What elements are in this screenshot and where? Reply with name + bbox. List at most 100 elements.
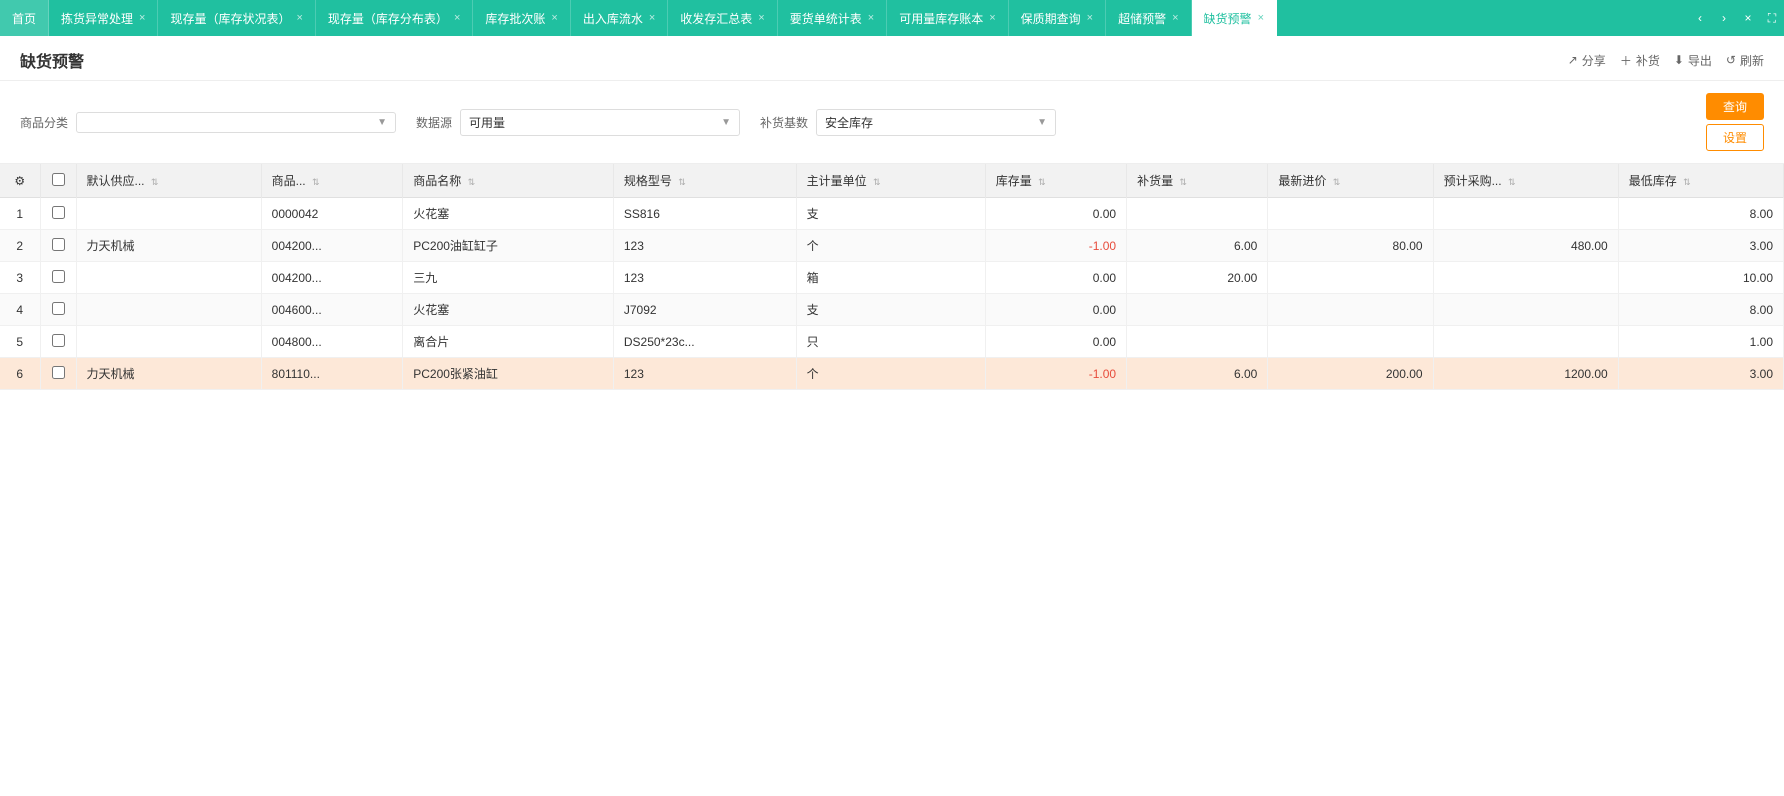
th-latest-price[interactable]: 最新进价 ⇅ [1268, 164, 1433, 198]
tab-in-out-flow[interactable]: 出入库流水 × [571, 0, 668, 36]
row-checkbox[interactable] [52, 302, 65, 315]
tab-requisition-stat-close[interactable]: × [868, 12, 874, 24]
tab-expiry-query[interactable]: 保质期查询 × [1009, 0, 1106, 36]
replenish-label: 补货 [1636, 52, 1660, 69]
replenish-base-value: 安全库存 [825, 114, 873, 131]
th-replenish-qty[interactable]: 补货量 ⇅ [1127, 164, 1268, 198]
table-container: ⚙ 默认供应... ⇅ 商品... ⇅ 商品名称 ⇅ [0, 164, 1784, 796]
th-spec[interactable]: 规格型号 ⇅ [613, 164, 796, 198]
row-unit: 个 [796, 358, 985, 390]
data-source-label: 数据源 [416, 114, 452, 131]
th-product-name[interactable]: 商品名称 ⇅ [403, 164, 614, 198]
stock-sort-icon: ⇅ [1038, 177, 1046, 188]
table-row: 2 力天机械 004200... PC200油缸缸子 123 个 -1.00 6… [0, 230, 1784, 262]
tab-in-out-flow-close[interactable]: × [649, 12, 655, 24]
page-title: 缺货预警 [20, 48, 84, 72]
row-spec: J7092 [613, 294, 796, 326]
tab-shortage-warning[interactable]: 缺货预警 × [1192, 0, 1277, 36]
tab-overstock-warning[interactable]: 超储预警 × [1106, 0, 1191, 36]
min-stock-sort-icon: ⇅ [1683, 177, 1691, 188]
tab-available-ledger[interactable]: 可用量库存账本 × [887, 0, 1008, 36]
row-min-stock: 10.00 [1618, 262, 1783, 294]
table-header-row: ⚙ 默认供应... ⇅ 商品... ⇅ 商品名称 ⇅ [0, 164, 1784, 198]
tab-requisition-stat-label: 要货单统计表 [790, 10, 862, 27]
row-checkbox-cell[interactable] [40, 230, 76, 262]
filter-actions: 查询 设置 [1706, 93, 1764, 151]
th-checkbox[interactable] [40, 164, 76, 198]
unit-sort-icon: ⇅ [873, 177, 881, 188]
select-all-checkbox[interactable] [52, 173, 65, 186]
row-checkbox[interactable] [52, 366, 65, 379]
category-select[interactable]: ▼ [76, 112, 396, 133]
row-spec: 123 [613, 230, 796, 262]
row-min-stock: 8.00 [1618, 294, 1783, 326]
row-est-purchase [1433, 294, 1618, 326]
row-checkbox-cell[interactable] [40, 358, 76, 390]
data-source-select[interactable]: 可用量 ▼ [460, 109, 740, 136]
tab-batch-account-close[interactable]: × [551, 12, 557, 24]
tab-recv-summary-close[interactable]: × [758, 12, 764, 24]
th-replenish-qty-label: 补货量 [1137, 174, 1173, 188]
row-est-purchase [1433, 198, 1618, 230]
tab-defect-process[interactable]: 拣货异常处理 × [49, 0, 158, 36]
row-checkbox[interactable] [52, 238, 65, 251]
tab-inventory-dist-close[interactable]: × [454, 12, 460, 24]
tab-expiry-query-close[interactable]: × [1087, 12, 1093, 24]
tab-inventory-status-close[interactable]: × [296, 12, 302, 24]
tab-prev-btn[interactable]: ‹ [1688, 0, 1712, 36]
filter-category: 商品分类 ▼ [20, 112, 396, 133]
row-checkbox-cell[interactable] [40, 262, 76, 294]
row-min-stock: 3.00 [1618, 230, 1783, 262]
tab-inventory-dist[interactable]: 现存量（库存分布表） × [316, 0, 473, 36]
query-button[interactable]: 查询 [1706, 93, 1764, 120]
tab-overstock-warning-close[interactable]: × [1172, 12, 1178, 24]
export-icon: ⬇ [1674, 53, 1684, 67]
th-product-code[interactable]: 商品... ⇅ [261, 164, 403, 198]
export-button[interactable]: ⬇ 导出 [1674, 52, 1712, 69]
th-supplier[interactable]: 默认供应... ⇅ [76, 164, 261, 198]
share-button[interactable]: ↗ 分享 [1568, 52, 1606, 69]
supplier-sort-icon: ⇅ [151, 177, 159, 188]
settings-button[interactable]: 设置 [1706, 124, 1764, 151]
replenish-button[interactable]: ＋ 补货 [1620, 52, 1660, 69]
tab-available-ledger-close[interactable]: × [989, 12, 995, 24]
row-supplier: 力天机械 [76, 230, 261, 262]
shortage-table: ⚙ 默认供应... ⇅ 商品... ⇅ 商品名称 ⇅ [0, 164, 1784, 390]
tab-close-all-btn[interactable]: × [1736, 0, 1760, 36]
tab-shortage-warning-close[interactable]: × [1258, 12, 1264, 24]
tab-home[interactable]: 首页 [0, 0, 49, 36]
th-est-purchase[interactable]: 预计采购... ⇅ [1433, 164, 1618, 198]
th-gear[interactable]: ⚙ [0, 164, 40, 198]
row-unit: 个 [796, 230, 985, 262]
th-stock[interactable]: 库存量 ⇅ [985, 164, 1126, 198]
tab-recv-summary[interactable]: 收发存汇总表 × [668, 0, 777, 36]
product-code-sort-icon: ⇅ [312, 177, 320, 188]
refresh-button[interactable]: ↺ 刷新 [1726, 52, 1764, 69]
tab-defect-process-close[interactable]: × [139, 12, 145, 24]
row-checkbox[interactable] [52, 206, 65, 219]
replenish-base-select[interactable]: 安全库存 ▼ [816, 109, 1056, 136]
replenish-base-dropdown-icon: ▼ [1037, 117, 1047, 128]
row-product-name: 离合片 [403, 326, 614, 358]
tab-batch-account[interactable]: 库存批次账 × [473, 0, 570, 36]
row-checkbox-cell[interactable] [40, 326, 76, 358]
row-no: 2 [0, 230, 40, 262]
row-product-code: 801110... [261, 358, 403, 390]
tab-overstock-warning-label: 超储预警 [1118, 10, 1166, 27]
row-checkbox[interactable] [52, 270, 65, 283]
row-checkbox-cell[interactable] [40, 294, 76, 326]
th-min-stock[interactable]: 最低库存 ⇅ [1618, 164, 1783, 198]
row-checkbox-cell[interactable] [40, 198, 76, 230]
tab-inventory-status[interactable]: 现存量（库存状况表） × [158, 0, 315, 36]
tab-next-btn[interactable]: › [1712, 0, 1736, 36]
tab-requisition-stat[interactable]: 要货单统计表 × [778, 0, 887, 36]
gear-icon: ⚙ [14, 174, 25, 188]
row-supplier: 力天机械 [76, 358, 261, 390]
th-unit[interactable]: 主计量单位 ⇅ [796, 164, 985, 198]
tab-inventory-status-label: 现存量（库存状况表） [170, 10, 290, 27]
tab-fullscreen-btn[interactable]: ⛶ [1760, 0, 1784, 36]
row-checkbox[interactable] [52, 334, 65, 347]
th-supplier-label: 默认供应... [87, 174, 145, 188]
row-product-code: 0000042 [261, 198, 403, 230]
row-stock: 0.00 [985, 262, 1126, 294]
